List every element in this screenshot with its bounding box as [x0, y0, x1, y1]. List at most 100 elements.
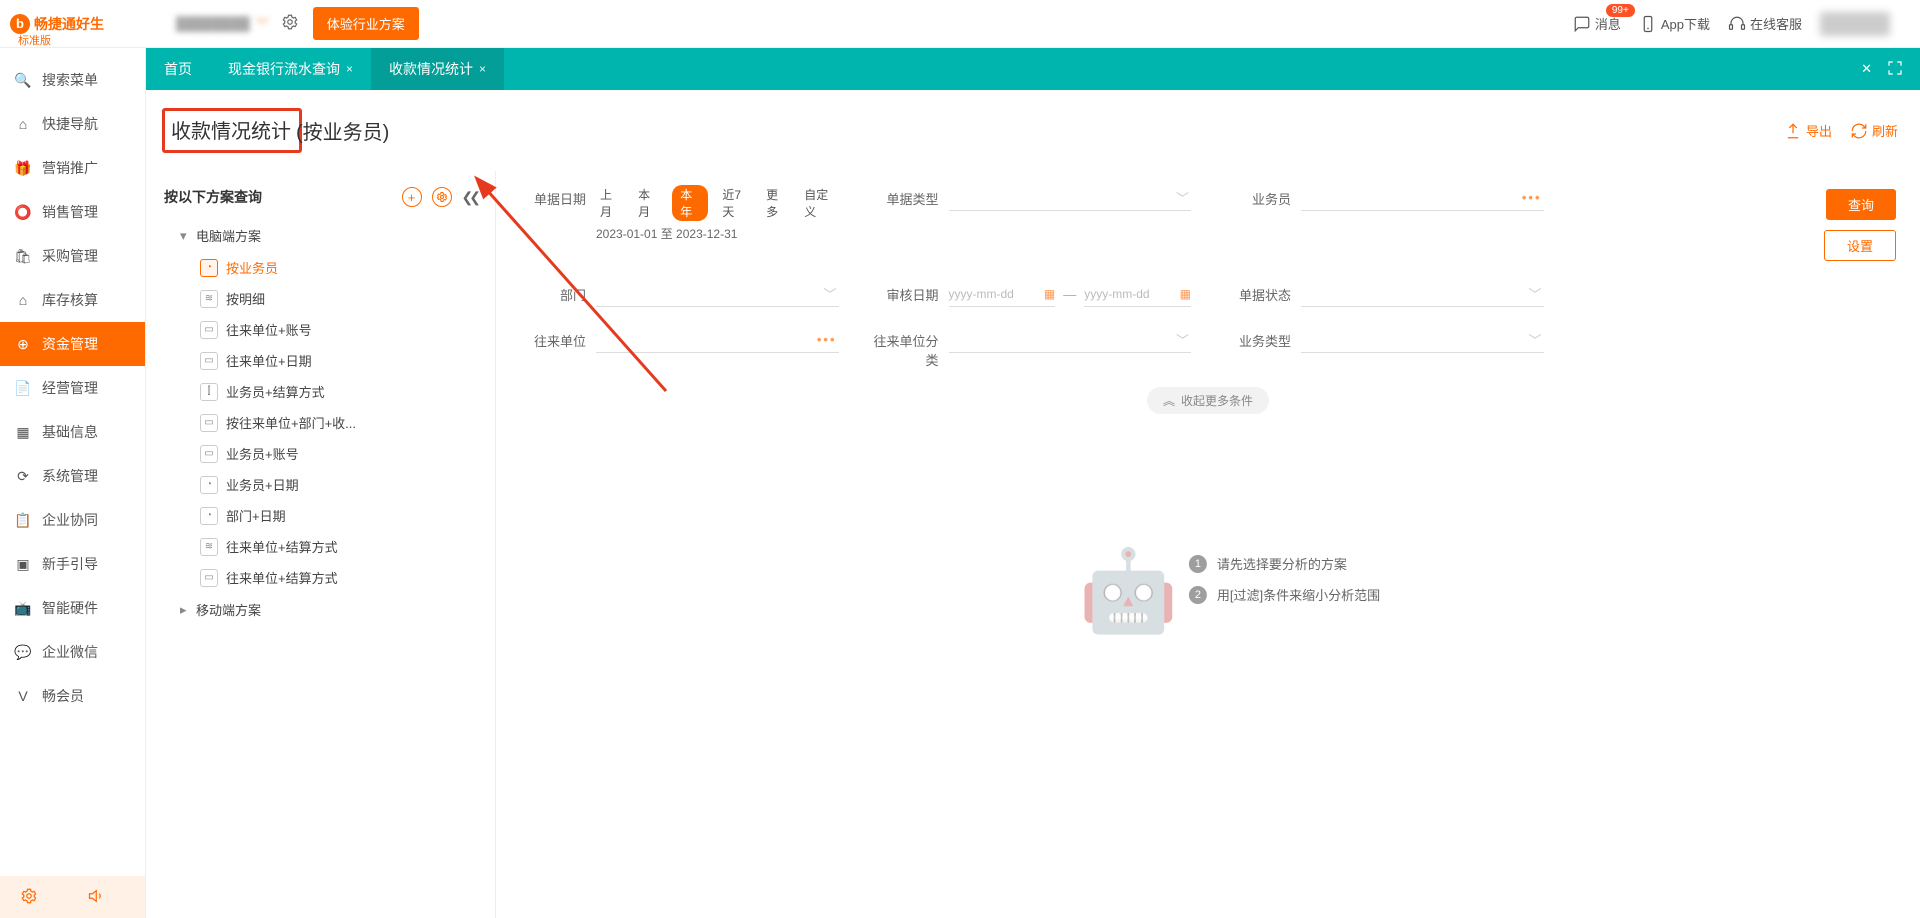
result-area: 🤖 1请先选择要分析的方案 2用[过滤]条件来缩小分析范围 — [496, 434, 1920, 918]
date-quick-picker[interactable]: 上月本月本年近7天更多自定义 — [596, 185, 839, 221]
scheme-leaf-icon: ▭ — [200, 321, 218, 339]
scheme-leaf-6[interactable]: ▭业务员+账号 — [160, 438, 489, 469]
caret-right-icon: ▸ — [180, 602, 188, 618]
sidebar-item-11[interactable]: ▣新手引导 — [0, 542, 145, 586]
collapse-bar: ︽ 收起更多条件 — [496, 377, 1920, 424]
content: 按以下方案查询 + ❮❮ ▾ 电脑端方案 — [146, 171, 1920, 918]
dept-select[interactable]: ﹀ — [596, 281, 839, 307]
date-quick-option[interactable]: 近7天 — [718, 185, 752, 221]
caret-down-icon: ▾ — [180, 228, 188, 244]
page-header: 收款情况统计(按业务员) 导出 刷新 — [146, 90, 1920, 171]
scheme-leaf-8[interactable]: ◔部门+日期 — [160, 500, 489, 531]
salesman-select[interactable]: ••• — [1301, 185, 1544, 211]
scheme-leaf-1[interactable]: ≋按明细 — [160, 283, 489, 314]
chevron-down-icon: ﹀ — [1528, 284, 1541, 303]
filter-partner: 往来单位 ••• — [516, 327, 839, 353]
fullscreen-icon[interactable] — [1886, 59, 1904, 80]
sidebar-icon: ⟳ — [14, 467, 32, 485]
collapse-panel-icon[interactable]: ❮❮ — [462, 189, 477, 206]
scheme-leaf-5[interactable]: ▭按往来单位+部门+收... — [160, 407, 489, 438]
brand-edition-badge: 标准版 — [18, 32, 51, 48]
messages-badge: 99+ — [1606, 4, 1635, 17]
sidebar-item-9[interactable]: ⟳系统管理 — [0, 454, 145, 498]
chevron-down-icon: ﹀ — [1176, 330, 1189, 349]
sidebar-item-7[interactable]: 📄经营管理 — [0, 366, 145, 410]
sidebar-item-3[interactable]: ⭕销售管理 — [0, 190, 145, 234]
sidebar-icon: 💬 — [14, 643, 32, 661]
date-quick-option[interactable]: 本年 — [672, 185, 708, 221]
gear-icon[interactable] — [281, 13, 299, 34]
sidebar-item-12[interactable]: 📺智能硬件 — [0, 586, 145, 630]
tab-0[interactable]: 首页 — [146, 48, 210, 90]
close-icon[interactable]: × — [346, 62, 353, 76]
doc-type-select[interactable]: ﹀ — [949, 185, 1192, 211]
settings-button[interactable]: 设置 — [1824, 230, 1896, 261]
filter-salesman: 业务员 ••• — [1221, 185, 1544, 211]
scheme-leaf-icon: ▭ — [200, 352, 218, 370]
refresh-link[interactable]: 刷新 — [1850, 121, 1898, 140]
scheme-leaf-9[interactable]: ≋往来单位+结算方式 — [160, 531, 489, 562]
date-quick-option[interactable]: 更多 — [762, 185, 790, 221]
export-link[interactable]: 导出 — [1784, 121, 1832, 140]
message-icon — [1573, 15, 1591, 33]
close-all-icon[interactable]: ✕ — [1861, 61, 1872, 77]
filter-doc-date: 单据日期 上月本月本年近7天更多自定义 2023-01-01 至 2023-12… — [516, 185, 839, 242]
tree-node-pc[interactable]: ▾ 电脑端方案 — [160, 219, 489, 252]
experience-industry-button[interactable]: 体验行业方案 — [313, 7, 419, 40]
sidebar-item-0[interactable]: 🔍搜索菜单 — [0, 58, 145, 102]
sidebar-item-13[interactable]: 💬企业微信 — [0, 630, 145, 674]
partner-cat-select[interactable]: ﹀ — [949, 327, 1192, 353]
sidebar-item-8[interactable]: ▦基础信息 — [0, 410, 145, 454]
collapse-filters-button[interactable]: ︽ 收起更多条件 — [1147, 387, 1269, 414]
scheme-leaf-4[interactable]: ⫿业务员+结算方式 — [160, 376, 489, 407]
sidebar-item-1[interactable]: ⌂快捷导航 — [0, 102, 145, 146]
refresh-icon — [1850, 122, 1868, 140]
tab-2[interactable]: 收款情况统计× — [371, 48, 504, 90]
scheme-leaf-icon: ≋ — [200, 290, 218, 308]
filter-audit-date: 审核日期 yyyy-mm-dd▦ — yyyy-mm-dd▦ — [869, 281, 1192, 307]
tree-node-mobile[interactable]: ▸ 移动端方案 — [160, 593, 489, 626]
date-quick-option[interactable]: 本月 — [634, 185, 662, 221]
scheme-leaf-7[interactable]: ◔业务员+日期 — [160, 469, 489, 500]
tab-1[interactable]: 现金银行流水查询× — [210, 48, 371, 90]
biz-type-select[interactable]: ﹀ — [1301, 327, 1544, 353]
sidebar-item-6[interactable]: ⊕资金管理 — [0, 322, 145, 366]
scheme-settings-button[interactable] — [432, 187, 452, 207]
sidebar-item-14[interactable]: V畅会员 — [0, 674, 145, 718]
scheme-leaf-icon: ◔ — [200, 259, 218, 277]
date-quick-option[interactable]: 自定义 — [800, 185, 838, 221]
sidebar-icon: ⌂ — [14, 291, 32, 309]
date-quick-option[interactable]: 上月 — [596, 185, 624, 221]
chevron-up-icon: ︽ — [1163, 392, 1175, 409]
main: 首页现金银行流水查询×收款情况统计× ✕ 收款情况统计(按业务员) 导出 — [146, 48, 1920, 918]
close-icon[interactable]: × — [479, 62, 486, 76]
export-icon — [1784, 122, 1802, 140]
filter-doc-status: 单据状态 ﹀ — [1221, 281, 1544, 307]
user-avatar[interactable] — [1820, 12, 1890, 36]
scheme-leaf-icon: ≋ — [200, 538, 218, 556]
sidebar-item-5[interactable]: ⌂库存核算 — [0, 278, 145, 322]
speaker-icon[interactable] — [88, 887, 106, 908]
filter-doc-type: 单据类型 ﹀ — [869, 185, 1192, 211]
scheme-leaf-icon: ◔ — [200, 507, 218, 525]
online-service-link[interactable]: 在线客服 — [1728, 14, 1802, 33]
query-button[interactable]: 查询 — [1826, 189, 1896, 220]
scheme-leaf-10[interactable]: ▭往来单位+结算方式 — [160, 562, 489, 593]
sidebar-item-4[interactable]: 🛍采购管理 — [0, 234, 145, 278]
app-download-link[interactable]: App下载 — [1639, 14, 1710, 33]
partner-select[interactable]: ••• — [596, 327, 839, 353]
org-selector[interactable]: ████████ ﹀ — [176, 14, 269, 33]
scheme-leaf-3[interactable]: ▭往来单位+日期 — [160, 345, 489, 376]
sidebar-item-2[interactable]: 🎁营销推广 — [0, 146, 145, 190]
topbar-right: 消息 99+ App下载 在线客服 — [1573, 12, 1910, 36]
scheme-leaf-2[interactable]: ▭往来单位+账号 — [160, 314, 489, 345]
audit-date-to[interactable]: yyyy-mm-dd▦ — [1084, 281, 1191, 307]
add-scheme-button[interactable]: + — [402, 187, 422, 207]
brand-text: 畅捷通好生 — [34, 14, 104, 34]
sidebar-item-10[interactable]: 📋企业协同 — [0, 498, 145, 542]
settings-icon[interactable] — [20, 887, 38, 908]
doc-status-select[interactable]: ﹀ — [1301, 281, 1544, 307]
messages-link[interactable]: 消息 99+ — [1573, 14, 1621, 33]
audit-date-from[interactable]: yyyy-mm-dd▦ — [949, 281, 1056, 307]
scheme-leaf-0[interactable]: ◔按业务员 — [160, 252, 489, 283]
